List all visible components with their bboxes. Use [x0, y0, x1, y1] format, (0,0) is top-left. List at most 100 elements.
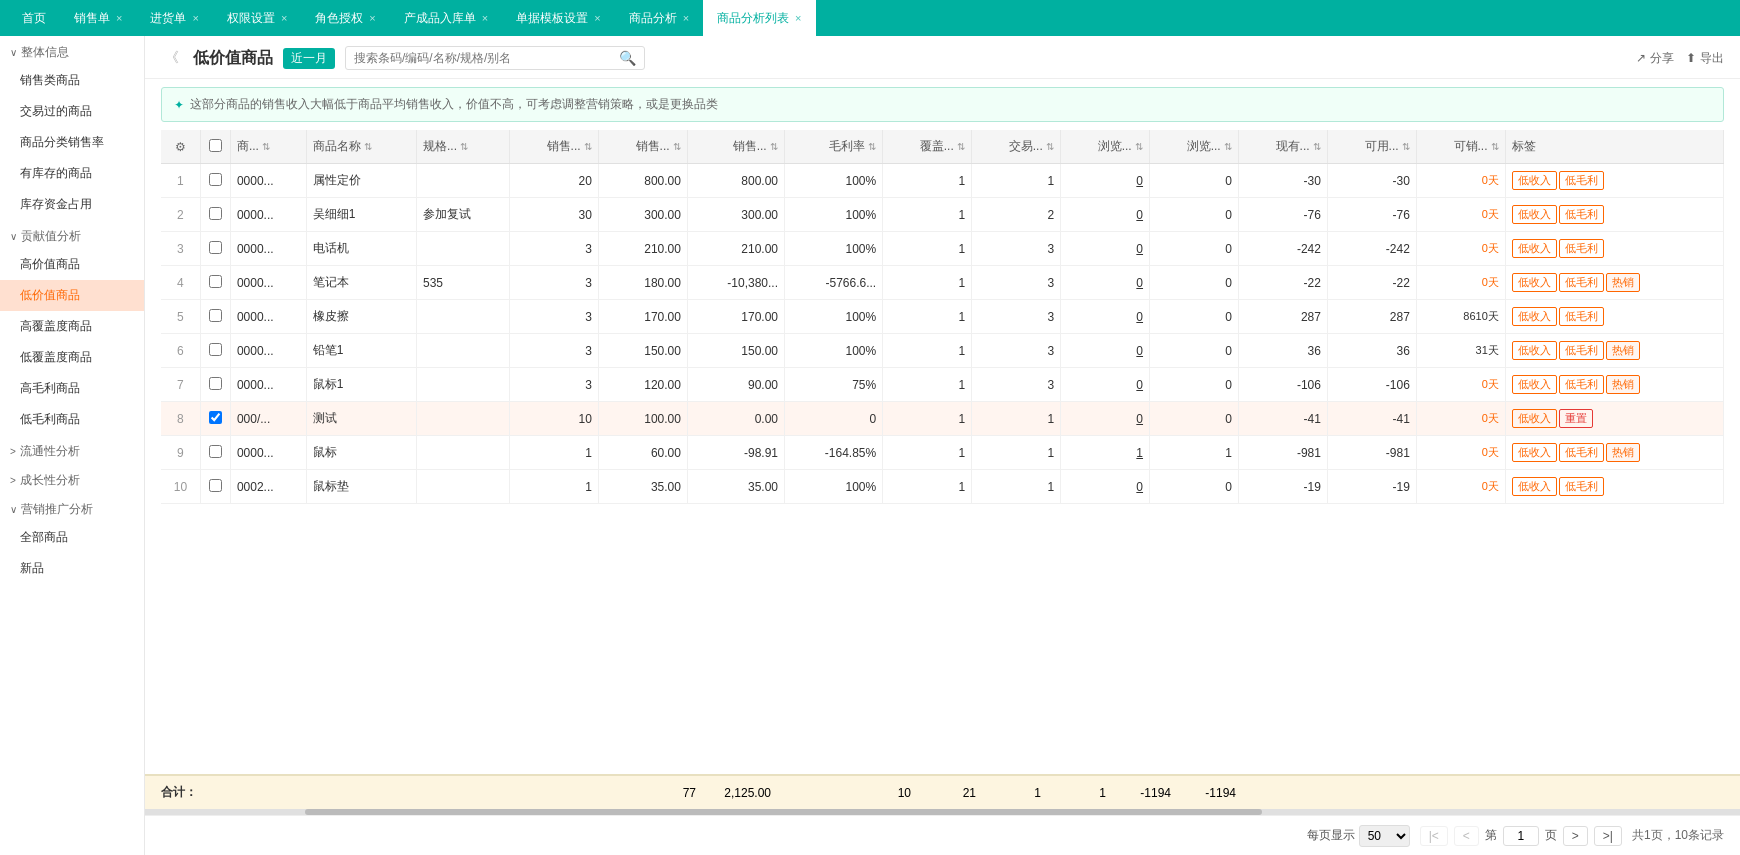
col-settings[interactable]: ⚙: [161, 130, 200, 164]
current-cell: 287: [1238, 300, 1327, 334]
per-page-select[interactable]: 50 100 200: [1359, 825, 1410, 847]
pv1-cell: 0: [1061, 232, 1150, 266]
tags-cell: 低收入低毛利: [1505, 232, 1723, 266]
pv1-value[interactable]: 0: [1136, 412, 1143, 426]
name-cell: 属性定价: [306, 164, 416, 198]
close-icon[interactable]: ×: [795, 12, 801, 24]
available-cell: -19: [1327, 470, 1416, 504]
close-icon[interactable]: ×: [482, 12, 488, 24]
sidebar-item-low-margin[interactable]: 低毛利商品: [0, 404, 144, 435]
row-checkbox[interactable]: [209, 377, 222, 390]
sidebar-item-low-coverage[interactable]: 低覆盖度商品: [0, 342, 144, 373]
nav-permissions[interactable]: 权限设置 ×: [213, 0, 301, 36]
nav-purchase-order[interactable]: 进货单 ×: [136, 0, 212, 36]
nav-role-auth[interactable]: 角色授权 ×: [301, 0, 389, 36]
close-icon[interactable]: ×: [683, 12, 689, 24]
pv2-cell: 0: [1150, 368, 1239, 402]
days-cell: 0天: [1416, 198, 1505, 232]
sidebar-group-overall[interactable]: ∨ 整体信息: [0, 36, 144, 65]
next-page-button[interactable]: >: [1563, 826, 1588, 846]
nav-goods-analysis-list[interactable]: 商品分析列表 ×: [703, 0, 815, 36]
row-checkbox[interactable]: [209, 445, 222, 458]
nav-template-settings[interactable]: 单据模板设置 ×: [502, 0, 614, 36]
top-nav: 首页 销售单 × 进货单 × 权限设置 × 角色授权 × 产成品入库单 × 单据…: [0, 0, 1740, 36]
sidebar-group-marketing[interactable]: ∨ 营销推广分析: [0, 493, 144, 522]
search-icon[interactable]: 🔍: [619, 50, 636, 66]
sidebar-item-stock-goods[interactable]: 有库存的商品: [0, 158, 144, 189]
sidebar-item-all-goods[interactable]: 全部商品: [0, 522, 144, 553]
sidebar-group-contribution[interactable]: ∨ 贡献值分析: [0, 220, 144, 249]
name-cell: 测试: [306, 402, 416, 436]
sidebar-item-new-goods[interactable]: 新品: [0, 553, 144, 584]
nav-home[interactable]: 首页: [8, 0, 60, 36]
tags-cell: 低收入重置: [1505, 402, 1723, 436]
spec-cell: [417, 300, 510, 334]
tag-badge: 热销: [1606, 443, 1640, 462]
tag-badge: 低收入: [1512, 477, 1557, 496]
sidebar-item-high-coverage[interactable]: 高覆盖度商品: [0, 311, 144, 342]
close-icon[interactable]: ×: [281, 12, 287, 24]
pv1-cell: 0: [1061, 266, 1150, 300]
nav-product-warehouse[interactable]: 产成品入库单 ×: [390, 0, 502, 36]
pv1-cell: 1: [1061, 436, 1150, 470]
pv1-value[interactable]: 0: [1136, 344, 1143, 358]
row-checkbox[interactable]: [209, 343, 222, 356]
total-records: 共1页，10条记录: [1632, 827, 1724, 844]
check-cell: [200, 436, 230, 470]
pv1-value[interactable]: 0: [1136, 174, 1143, 188]
col-available-header: 可用... ⇅: [1327, 130, 1416, 164]
first-page-button[interactable]: |<: [1420, 826, 1448, 846]
current-cell: -22: [1238, 266, 1327, 300]
close-icon[interactable]: ×: [594, 12, 600, 24]
col-cover-header: 覆盖... ⇅: [883, 130, 972, 164]
row-checkbox[interactable]: [209, 411, 222, 424]
row-checkbox[interactable]: [209, 207, 222, 220]
table-row: 8 000/... 测试 10 100.00 0.00 0 1 1 0 0 -4…: [161, 402, 1724, 436]
sidebar-group-circulation[interactable]: > 流通性分析: [0, 435, 144, 464]
sidebar-item-category-rate[interactable]: 商品分类销售率: [0, 127, 144, 158]
row-checkbox[interactable]: [209, 241, 222, 254]
page-input[interactable]: [1503, 826, 1539, 846]
nav-goods-analysis[interactable]: 商品分析 ×: [615, 0, 703, 36]
row-checkbox[interactable]: [209, 309, 222, 322]
pv1-value[interactable]: 0: [1136, 310, 1143, 324]
share-button[interactable]: ↗ 分享: [1636, 50, 1674, 67]
export-icon: ⬆: [1686, 51, 1696, 65]
select-all-checkbox[interactable]: [209, 139, 222, 152]
gross-rate-cell: 75%: [785, 368, 883, 402]
export-button[interactable]: ⬆ 导出: [1686, 50, 1724, 67]
close-icon[interactable]: ×: [192, 12, 198, 24]
row-checkbox[interactable]: [209, 173, 222, 186]
days-cell: 0天: [1416, 164, 1505, 198]
sidebar-item-high-value[interactable]: 高价值商品: [0, 249, 144, 280]
prev-page-button[interactable]: <: [1454, 826, 1479, 846]
nav-sales-order[interactable]: 销售单 ×: [60, 0, 136, 36]
close-icon[interactable]: ×: [369, 12, 375, 24]
gross-rate-cell: 0: [785, 402, 883, 436]
search-input[interactable]: [354, 51, 613, 65]
pv1-value[interactable]: 0: [1136, 276, 1143, 290]
num-cell: 6: [161, 334, 200, 368]
close-icon[interactable]: ×: [116, 12, 122, 24]
cover-cell: 1: [883, 198, 972, 232]
sidebar-group-growth[interactable]: > 成长性分析: [0, 464, 144, 493]
pv1-value[interactable]: 1: [1136, 446, 1143, 460]
last-page-button[interactable]: >|: [1594, 826, 1622, 846]
collapse-sidebar-button[interactable]: 《: [161, 47, 183, 69]
pv1-value[interactable]: 0: [1136, 480, 1143, 494]
pv1-value[interactable]: 0: [1136, 208, 1143, 222]
row-checkbox[interactable]: [209, 479, 222, 492]
sidebar-item-high-margin[interactable]: 高毛利商品: [0, 373, 144, 404]
sales-avg-cell: 35.00: [687, 470, 784, 504]
sidebar-item-traded-goods[interactable]: 交易过的商品: [0, 96, 144, 127]
sidebar-item-low-value[interactable]: 低价值商品: [0, 280, 144, 311]
chevron-down-icon: ∨: [10, 231, 17, 242]
footer-current: -1194: [1116, 786, 1181, 800]
pv1-value[interactable]: 0: [1136, 242, 1143, 256]
time-filter-badge[interactable]: 近一月: [283, 48, 335, 69]
sidebar-item-sales-goods[interactable]: 销售类商品: [0, 65, 144, 96]
row-checkbox[interactable]: [209, 275, 222, 288]
pv1-value[interactable]: 0: [1136, 378, 1143, 392]
check-cell: [200, 266, 230, 300]
sidebar-item-stock-funds[interactable]: 库存资金占用: [0, 189, 144, 220]
